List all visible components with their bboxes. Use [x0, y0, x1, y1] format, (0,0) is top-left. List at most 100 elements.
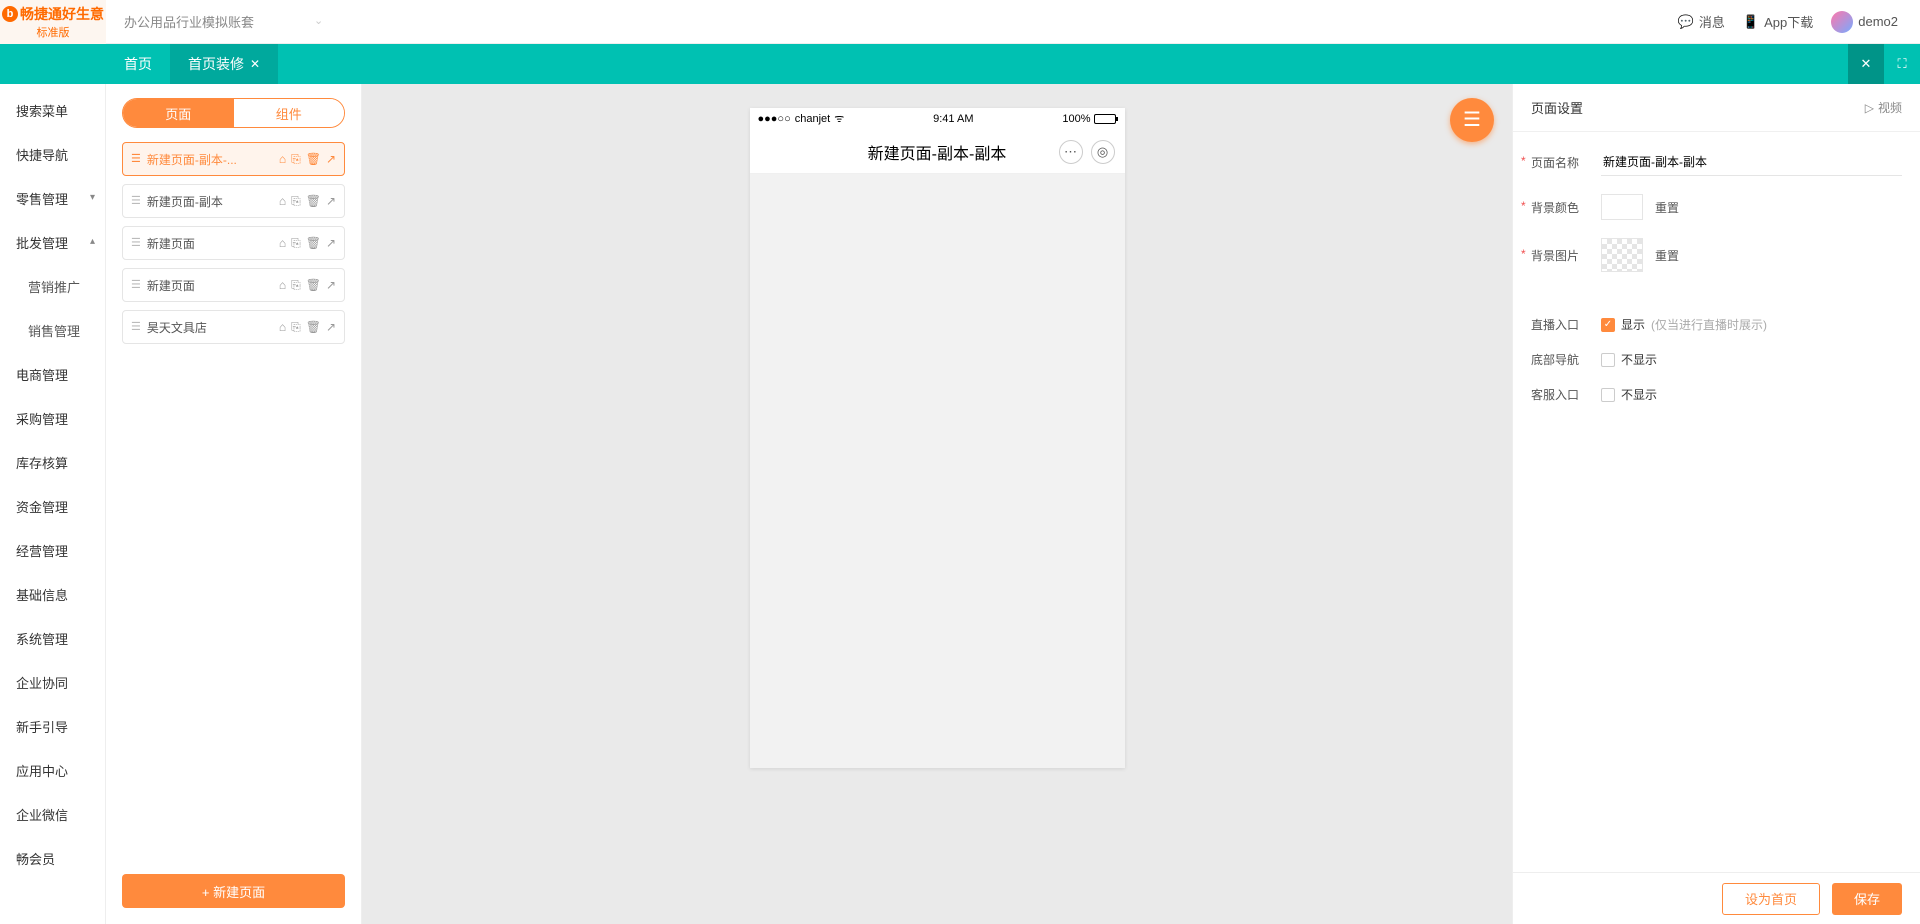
close-icon[interactable]: ✕	[250, 58, 260, 70]
drag-icon: ☰	[131, 238, 141, 249]
status-time: 9:41 AM	[933, 113, 973, 125]
share-icon[interactable]: ↗	[326, 279, 336, 291]
label-bg-image: 背景图片	[1531, 247, 1601, 264]
copy-icon[interactable]: ⎘	[291, 153, 301, 165]
delete-icon[interactable]: 🗑	[306, 153, 321, 165]
sidebar-item-operation[interactable]: 经营管理	[0, 528, 105, 572]
save-button[interactable]: 保存	[1832, 883, 1902, 915]
phone-titlebar: 新建页面-副本-副本 ⋯ ◎	[750, 130, 1125, 174]
sidebar-item-funds[interactable]: 资金管理	[0, 484, 105, 528]
tab-page-decorate[interactable]: 首页装修✕	[170, 44, 278, 84]
sidebar-item-search[interactable]: 搜索菜单	[0, 88, 105, 132]
delete-icon[interactable]: 🗑	[306, 195, 321, 207]
delete-icon[interactable]: 🗑	[306, 279, 321, 291]
video-link[interactable]: ▷视频	[1865, 99, 1902, 116]
battery-icon	[1094, 114, 1116, 124]
new-page-button[interactable]: + 新建页面	[122, 874, 345, 908]
sidebar-item-purchase[interactable]: 采购管理	[0, 396, 105, 440]
page-list-item[interactable]: ☰ 新建页面-副本 ⌂ ⎘ 🗑 ↗	[122, 184, 345, 218]
page-item-name: 新建页面-副本	[147, 193, 273, 210]
account-selector[interactable]: 办公用品行业模拟账套 ⌄	[124, 12, 323, 31]
sidebar-item-quicknav[interactable]: 快捷导航	[0, 132, 105, 176]
caret-up-icon: ▴	[90, 237, 95, 247]
page-item-name: 新建页面	[147, 277, 273, 294]
play-icon: ▷	[1865, 102, 1874, 114]
copy-icon[interactable]: ⎘	[291, 195, 301, 207]
home-icon[interactable]: ⌂	[279, 237, 286, 249]
share-icon[interactable]: ↗	[326, 153, 336, 165]
delete-icon[interactable]: 🗑	[306, 321, 321, 333]
chat-icon: 💬	[1678, 15, 1694, 28]
sidebar-item-wholesale[interactable]: 批发管理▴	[0, 220, 105, 264]
page-list-panel: 页面 组件 ☰ 新建页面-副本-... ⌂ ⎘ 🗑 ↗ ☰ 新建页面-副本 ⌂ ⎘ 🗑 ↗ ☰ 新建页面 ⌂…	[106, 84, 362, 924]
set-home-button[interactable]: 设为首页	[1722, 883, 1820, 915]
drag-icon: ☰	[131, 322, 141, 333]
sidebar-item-ecommerce[interactable]: 电商管理	[0, 352, 105, 396]
tab-close-button[interactable]: ✕	[1848, 44, 1884, 84]
bg-color-reset[interactable]: 重置	[1655, 199, 1679, 216]
drag-icon: ☰	[131, 280, 141, 291]
bg-image-swatch[interactable]	[1601, 238, 1643, 272]
page-list-item[interactable]: ☰ 新建页面 ⌂ ⎘ 🗑 ↗	[122, 268, 345, 302]
page-list-item[interactable]: ☰ 昊天文具店 ⌂ ⎘ 🗑 ↗	[122, 310, 345, 344]
capsule-menu-icon[interactable]: ⋯	[1059, 140, 1083, 164]
copy-icon[interactable]: ⎘	[291, 321, 301, 333]
sidebar-item-sales[interactable]: 销售管理	[0, 308, 105, 352]
sidebar-item-system[interactable]: 系统管理	[0, 616, 105, 660]
service-entry-checkbox[interactable]	[1601, 388, 1615, 402]
sidebar-item-member[interactable]: 畅会员	[0, 836, 105, 880]
sidebar-item-marketing[interactable]: 营销推广	[0, 264, 105, 308]
copy-icon[interactable]: ⎘	[291, 279, 301, 291]
delete-icon[interactable]: 🗑	[306, 237, 321, 249]
sidebar-item-inventory[interactable]: 库存核算	[0, 440, 105, 484]
home-icon[interactable]: ⌂	[279, 153, 286, 165]
settings-title: 页面设置	[1531, 98, 1583, 117]
status-bar: ●●●○○chanjetᯤ 9:41 AM 100%	[750, 108, 1125, 130]
settings-panel: 页面设置 ▷视频 页面名称 背景颜色重置 背景图片重置 直播入口✓显示(仅当进行…	[1512, 84, 1920, 924]
sidebar-item-basic[interactable]: 基础信息	[0, 572, 105, 616]
page-item-name: 新建页面	[147, 235, 273, 252]
share-icon[interactable]: ↗	[326, 195, 336, 207]
messages-link[interactable]: 💬消息	[1678, 12, 1725, 31]
phone-preview: ●●●○○chanjetᯤ 9:41 AM 100% 新建页面-副本-副本 ⋯ …	[750, 108, 1125, 768]
components-fab[interactable]: ☰	[1450, 98, 1494, 142]
drag-icon: ☰	[131, 196, 141, 207]
page-item-name: 昊天文具店	[147, 319, 273, 336]
seg-toggle: 页面 组件	[122, 98, 345, 128]
page-list-item[interactable]: ☰ 新建页面 ⌂ ⎘ 🗑 ↗	[122, 226, 345, 260]
sidebar-item-retail[interactable]: 零售管理▾	[0, 176, 105, 220]
sidebar-item-wechat[interactable]: 企业微信	[0, 792, 105, 836]
copy-icon[interactable]: ⎘	[291, 237, 301, 249]
signal-icon: ●●●○○	[758, 114, 791, 125]
label-page-name: 页面名称	[1531, 154, 1601, 171]
capsule-close-icon[interactable]: ◎	[1091, 140, 1115, 164]
tab-home[interactable]: 首页	[106, 44, 170, 84]
seg-component[interactable]: 组件	[234, 99, 345, 127]
page-item-name: 新建页面-副本-...	[147, 151, 273, 168]
bottom-nav-checkbox[interactable]	[1601, 353, 1615, 367]
app-download-link[interactable]: 📱App下载	[1743, 12, 1813, 31]
home-icon[interactable]: ⌂	[279, 321, 286, 333]
bg-color-swatch[interactable]	[1601, 194, 1643, 220]
fullscreen-button[interactable]: ⛶	[1884, 44, 1920, 84]
page-list-item[interactable]: ☰新建页面-副本-...⌂⎘🗑↗	[122, 142, 345, 176]
phone-icon: 📱	[1743, 15, 1759, 28]
home-icon[interactable]: ⌂	[279, 279, 286, 291]
label-live-entry: 直播入口	[1531, 316, 1601, 333]
live-entry-hint: (仅当进行直播时展示)	[1651, 316, 1767, 333]
user-menu[interactable]: demo2	[1831, 11, 1898, 33]
sidebar-item-collab[interactable]: 企业协同	[0, 660, 105, 704]
share-icon[interactable]: ↗	[326, 237, 336, 249]
sidebar-item-apps[interactable]: 应用中心	[0, 748, 105, 792]
share-icon[interactable]: ↗	[326, 321, 336, 333]
seg-page[interactable]: 页面	[123, 99, 234, 127]
bg-image-reset[interactable]: 重置	[1655, 247, 1679, 264]
label-service-entry: 客服入口	[1531, 386, 1601, 403]
live-entry-checkbox[interactable]: ✓	[1601, 318, 1615, 332]
sidebar-item-guide[interactable]: 新手引导	[0, 704, 105, 748]
menu-icon: ☰	[1463, 110, 1481, 130]
home-icon[interactable]: ⌂	[279, 195, 286, 207]
tab-row: 首页 首页装修✕ ✕ ⛶	[0, 44, 1920, 84]
page-name-input[interactable]	[1601, 148, 1902, 176]
label-bg-color: 背景颜色	[1531, 199, 1601, 216]
